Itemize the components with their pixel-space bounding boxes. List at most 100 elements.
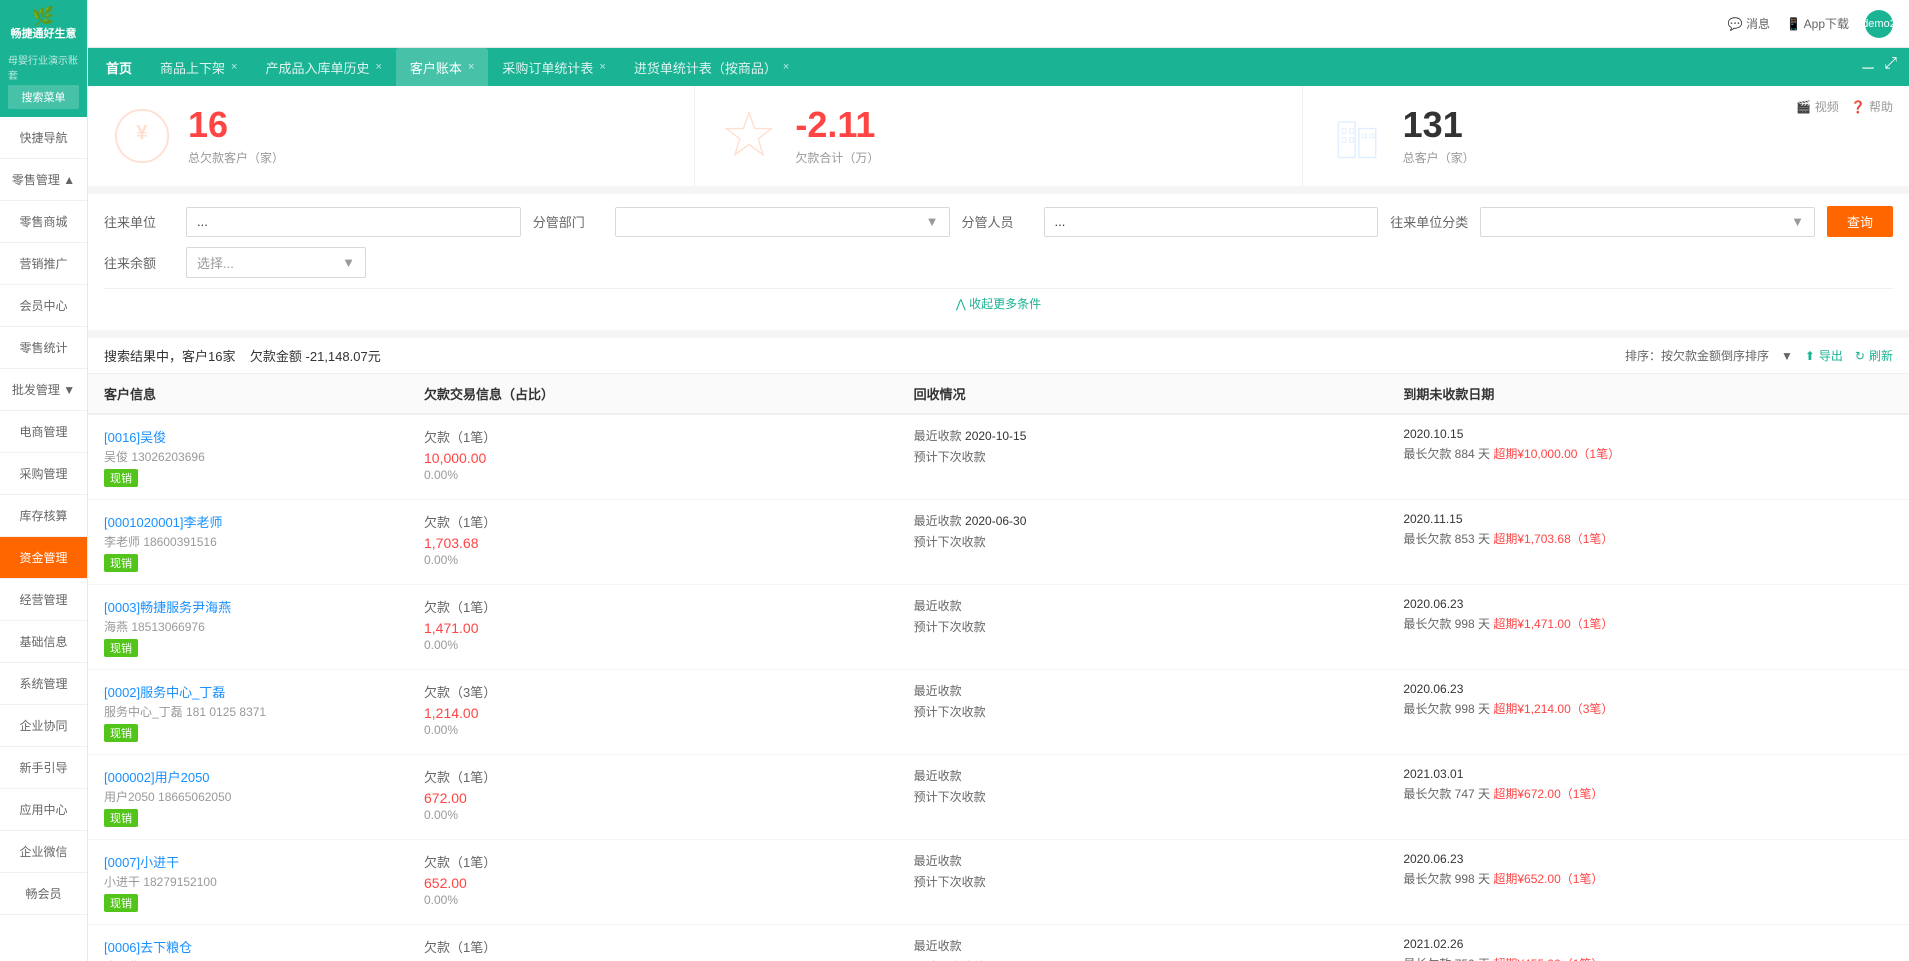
help-link[interactable]: ❓ 帮助 xyxy=(1851,98,1893,115)
tab-minimize-icon[interactable]: － xyxy=(1860,55,1876,79)
debt-amount-1[interactable]: 1,703.68 xyxy=(424,535,914,551)
payback-last-1: 最近收款 2020-06-30 xyxy=(914,512,1404,529)
customer-contact-1: 李老师 18600391516 xyxy=(104,533,424,550)
sidebar-item-guide[interactable]: 新手引导 xyxy=(0,747,87,789)
debt-percent-3: 0.00% xyxy=(424,723,914,737)
search-button[interactable]: 查询 xyxy=(1827,206,1893,237)
tab-inbound-stats-close[interactable]: × xyxy=(783,61,789,73)
debt-label-1: 欠款（1笔） xyxy=(424,512,914,531)
debt-amount-4[interactable]: 672.00 xyxy=(424,790,914,806)
customer-name-6[interactable]: [0006]去下粮仓 xyxy=(104,937,424,956)
sidebar-item-system[interactable]: 系统管理 xyxy=(0,663,87,705)
stat-debt-info: 16 总欠款客户（家） xyxy=(188,107,670,166)
customer-name-2[interactable]: [0003]畅捷服务尹海燕 xyxy=(104,597,424,616)
sidebar-item-finance[interactable]: 资金管理 xyxy=(0,537,87,579)
debt-info-2: 欠款（1笔） 1,471.00 0.00% xyxy=(424,597,914,652)
overdue-days-3: 最长欠款 998 天 超期¥1,214.00（3笔） xyxy=(1403,700,1893,717)
tab-customer-account-close[interactable]: × xyxy=(468,61,474,73)
col-customer-info: 客户信息 xyxy=(104,384,424,403)
debt-percent-1: 0.00% xyxy=(424,553,914,567)
customer-info-2: [0003]畅捷服务尹海燕 海燕 18513066976 现销 xyxy=(104,597,424,657)
app-icon: 📱 xyxy=(1786,17,1801,31)
sidebar-item-ecommerce[interactable]: 电商管理 xyxy=(0,411,87,453)
unit-class-select[interactable]: ▼ xyxy=(1480,207,1815,237)
col-debt-info: 欠款交易信息（占比） xyxy=(424,384,914,403)
sidebar-item-collab[interactable]: 企业协同 xyxy=(0,705,87,747)
sidebar-item-retail-stats[interactable]: 零售统计 xyxy=(0,327,87,369)
refresh-button[interactable]: ↻ 刷新 xyxy=(1855,347,1893,364)
export-button[interactable]: ⬆ 导出 xyxy=(1805,347,1843,364)
overdue-amount-3[interactable]: 超期¥1,214.00（3笔） xyxy=(1493,702,1613,716)
payback-info-5: 最近收款 预计下次收款 xyxy=(914,852,1404,894)
tab-inbound-stats[interactable]: 进货单统计表（按商品） × xyxy=(620,48,803,86)
overdue-amount-5[interactable]: 超期¥652.00（1笔） xyxy=(1493,872,1603,886)
tab-purchase-order-close[interactable]: × xyxy=(599,61,605,73)
message-link[interactable]: 💬 消息 xyxy=(1728,15,1770,32)
tab-product-listing-close[interactable]: × xyxy=(231,61,237,73)
overdue-amount-2[interactable]: 超期¥1,471.00（1笔） xyxy=(1493,617,1613,631)
stat-top-right-actions: 🎬 视频 ❓ 帮助 xyxy=(1796,98,1893,115)
person-label: 分管人员 xyxy=(962,212,1032,231)
customer-name-4[interactable]: [000002]用户2050 xyxy=(104,767,424,786)
overdue-amount-4[interactable]: 超期¥672.00（1笔） xyxy=(1493,787,1603,801)
tab-home[interactable]: 首页 xyxy=(92,48,146,86)
tab-maximize-icon[interactable]: ⤢ xyxy=(1884,55,1897,79)
sidebar-item-retail-mgmt[interactable]: 零售管理 ▲ xyxy=(0,159,87,201)
search-menu-button[interactable]: 搜索菜单 xyxy=(8,85,79,109)
sidebar-item-member-vip[interactable]: 畅会员 xyxy=(0,873,87,915)
tab-finished-goods-close[interactable]: × xyxy=(375,61,381,73)
overdue-amount-1[interactable]: 超期¥1,703.68（1笔） xyxy=(1493,532,1613,546)
debt-amount-2[interactable]: 1,471.00 xyxy=(424,620,914,636)
person-placeholder: ... xyxy=(1055,214,1066,229)
table-row: [0016]吴俊 吴俊 13026203696 现销 欠款（1笔） 10,000… xyxy=(88,415,1909,500)
from-unit-input[interactable]: ... xyxy=(186,207,521,237)
payback-info-6: 最近收款 预计下次收款 xyxy=(914,937,1404,961)
stat-total-customers-label: 总客户（家） xyxy=(1403,149,1885,166)
filter-collapse-btn[interactable]: ⋀ 收起更多条件 xyxy=(104,288,1893,318)
sidebar-item-basic-info[interactable]: 基础信息 xyxy=(0,621,87,663)
sidebar-item-member[interactable]: 会员中心 xyxy=(0,285,87,327)
debt-amount-0[interactable]: 10,000.00 xyxy=(424,450,914,466)
overdue-amount-0[interactable]: 超期¥10,000.00（1笔） xyxy=(1493,447,1620,461)
customer-name-0[interactable]: [0016]吴俊 xyxy=(104,427,424,446)
debt-info-6: 欠款（1笔） 455.90 0.00% xyxy=(424,937,914,961)
stat-debt-customers: ¥ 16 总欠款客户（家） xyxy=(88,86,695,186)
customer-name-5[interactable]: [0007]小进干 xyxy=(104,852,424,871)
debt-label-0: 欠款（1笔） xyxy=(424,427,914,446)
sidebar-item-retail-store[interactable]: 零售商城 xyxy=(0,201,87,243)
user-avatar[interactable]: demo2 xyxy=(1865,10,1893,38)
person-input[interactable]: ... xyxy=(1044,207,1379,237)
app-download-label: App下载 xyxy=(1804,17,1849,31)
balance-select[interactable]: 选择... ▼ xyxy=(186,247,366,278)
debt-amount-3[interactable]: 1,214.00 xyxy=(424,705,914,721)
overdue-info-3: 2020.06.23 最长欠款 998 天 超期¥1,214.00（3笔） xyxy=(1403,682,1893,717)
tab-product-listing[interactable]: 商品上下架 × xyxy=(146,48,251,86)
tab-customer-account[interactable]: 客户账本 × xyxy=(396,48,488,86)
sidebar-item-operation[interactable]: 经营管理 xyxy=(0,579,87,621)
app-download-link[interactable]: 📱 App下载 xyxy=(1786,15,1849,32)
customer-name-3[interactable]: [0002]服务中心_丁磊 xyxy=(104,682,424,701)
overdue-info-1: 2020.11.15 最长欠款 853 天 超期¥1,703.68（1笔） xyxy=(1403,512,1893,547)
tab-purchase-order[interactable]: 采购订单统计表 × xyxy=(488,48,619,86)
overdue-date-3: 2020.06.23 xyxy=(1403,682,1893,696)
customer-contact-5: 小进干 18279152100 xyxy=(104,873,424,890)
debt-info-5: 欠款（1笔） 652.00 0.00% xyxy=(424,852,914,907)
overdue-info-6: 2021.02.26 最长欠款 750 天 超期¥455.90（1笔） xyxy=(1403,937,1893,961)
sidebar-item-inventory[interactable]: 库存核算 xyxy=(0,495,87,537)
dept-select[interactable]: ▼ xyxy=(615,207,950,237)
video-help-link[interactable]: 🎬 视频 xyxy=(1796,98,1838,115)
sidebar-item-purchase[interactable]: 采购管理 xyxy=(0,453,87,495)
payback-last-5: 最近收款 xyxy=(914,852,1404,869)
results-text: 搜索结果中，客户16家 xyxy=(104,349,235,364)
sidebar-item-quick-nav[interactable]: 快捷导航 xyxy=(0,117,87,159)
sidebar-item-wechat[interactable]: 企业微信 xyxy=(0,831,87,873)
debt-percent-5: 0.00% xyxy=(424,893,914,907)
sidebar-item-wholesale[interactable]: 批发管理 ▼ xyxy=(0,369,87,411)
tab-finished-goods[interactable]: 产成品入库单历史 × xyxy=(251,48,395,86)
sidebar-item-marketing[interactable]: 营销推广 xyxy=(0,243,87,285)
overdue-amount-6[interactable]: 超期¥455.90（1笔） xyxy=(1493,957,1603,961)
customer-name-1[interactable]: [0001020001]李老师 xyxy=(104,512,424,531)
customer-info-4: [000002]用户2050 用户2050 18665062050 现销 xyxy=(104,767,424,827)
sidebar-item-app-center[interactable]: 应用中心 xyxy=(0,789,87,831)
debt-amount-5[interactable]: 652.00 xyxy=(424,875,914,891)
